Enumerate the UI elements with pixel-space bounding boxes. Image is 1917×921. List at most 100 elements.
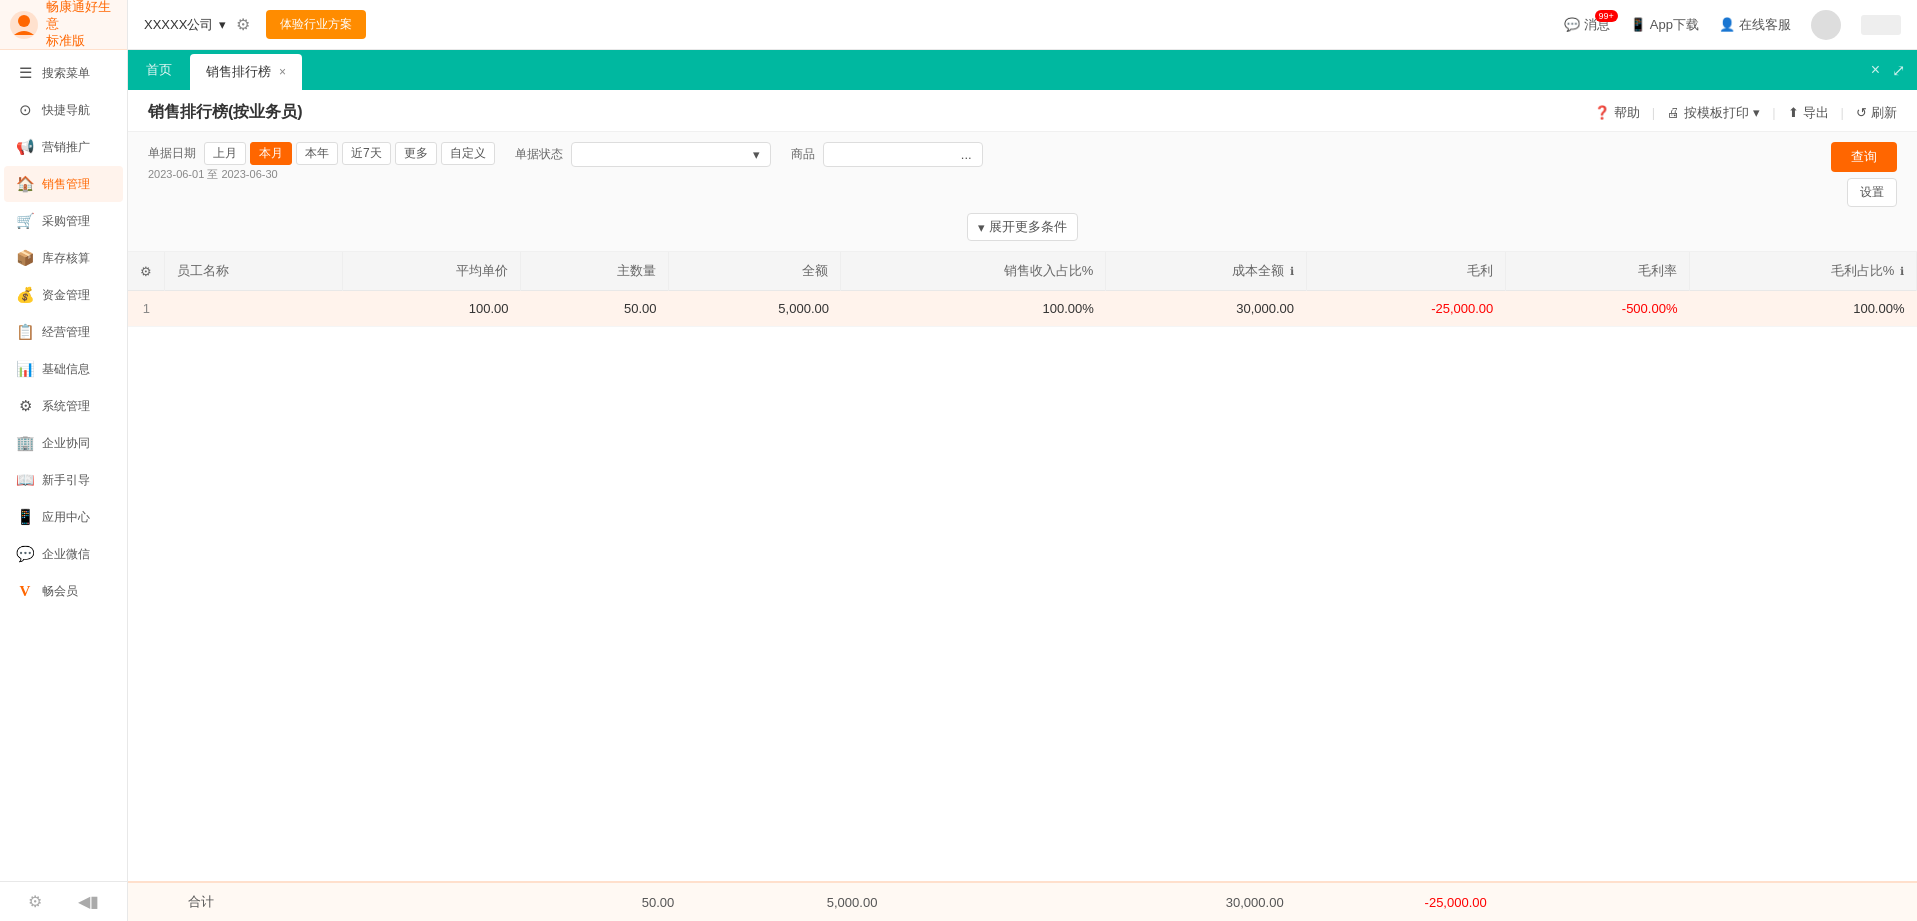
help-btn[interactable]: ❓ 帮助 [1594,104,1640,122]
sidebar-item-finance[interactable]: 💰 资金管理 [4,277,123,313]
date-curr-btn[interactable]: 本月 [250,142,292,165]
sidebar-collapse-btn[interactable]: ◀▮ [78,892,99,911]
service-icon: 👤 [1719,17,1735,32]
table-wrap: ⚙ 员工名称 平均单价 主数量 全额 [128,252,1917,881]
guide-icon: 📖 [16,471,34,489]
app-download-label: App下载 [1650,16,1699,34]
online-service-btn[interactable]: 👤 在线客服 [1719,16,1791,34]
sidebar-settings-btn[interactable]: ⚙ [28,892,42,911]
search-menu-icon: ☰ [16,64,34,82]
company-name: XXXXX公司 [144,16,213,34]
sidebar-logo-text: 畅康通好生意 标准版 [46,0,119,50]
basic-icon: 📊 [16,360,34,378]
sidebar-item-enterprise[interactable]: 🏢 企业协同 [4,425,123,461]
sidebar-nav: ☰ 搜索菜单 ⊙ 快捷导航 📢 营销推广 🏠 销售管理 🛒 采购管理 📦 库存核… [0,50,127,881]
company-selector[interactable]: XXXXX公司 ▾ [144,16,226,34]
expand-icon: ▾ [978,220,985,235]
sidebar-item-sales[interactable]: 🏠 销售管理 [4,166,123,202]
divider2: | [1772,105,1775,120]
col-sales-pct: 销售收入占比% [841,252,1106,291]
date-filter-btns: 上月 本月 本年 近7天 更多 自定义 [204,142,495,165]
sidebar-item-system[interactable]: ⚙ 系统管理 [4,388,123,424]
tabbar: 首页 销售排行榜 × × ⤢ [128,50,1917,90]
settings-btn[interactable]: 设置 [1847,178,1897,207]
status-filter-label: 单据状态 [515,146,563,163]
expand-more-btn[interactable]: ▾ 展开更多条件 [967,213,1078,241]
member-icon: V [16,582,34,600]
col-gross-pct: 毛利占比% ℹ [1689,252,1916,291]
window-maximize-btn[interactable]: ⤢ [1892,61,1905,80]
sidebar-item-wechat[interactable]: 💬 企业微信 [4,536,123,572]
table-row: 1 100.00 50.00 5,000.00 100.00% 30,000.0… [128,291,1917,327]
message-icon: 💬 [1564,17,1580,32]
date-prev-btn[interactable]: 上月 [204,142,246,165]
trial-btn[interactable]: 体验行业方案 [266,10,366,39]
user-name-display [1861,15,1901,35]
footer-cost: 30,000.00 [1093,895,1296,910]
col-avg-price: 平均单价 [343,252,521,291]
sidebar-item-search[interactable]: ☰ 搜索菜单 [4,55,123,91]
window-close-btn[interactable]: × [1871,61,1880,79]
query-btn[interactable]: 查询 [1831,142,1897,172]
tabbar-right: × ⤢ [1871,50,1917,90]
avatar[interactable] [1811,10,1841,40]
export-btn[interactable]: ⬆ 导出 [1788,104,1829,122]
tab-sales-ranking[interactable]: 销售排行榜 × [190,54,302,90]
table-footer: 合计 50.00 5,000.00 30,000.00 -25,000.00 [128,881,1917,921]
sidebar-item-basic[interactable]: 📊 基础信息 [4,351,123,387]
tab-sales-ranking-label: 销售排行榜 [206,63,271,81]
main-area: XXXXX公司 ▾ ⚙ 体验行业方案 💬 消息 99+ 📱 App下载 👤 在线… [128,0,1917,921]
cell-gross-rate: -500.00% [1505,291,1689,327]
topbar-settings-icon[interactable]: ⚙ [236,15,250,34]
footer-amount: 5,000.00 [686,895,889,910]
sidebar-item-shortcut[interactable]: ⊙ 快捷导航 [4,92,123,128]
filter-actions: 查询 设置 [1831,142,1897,207]
online-service-label: 在线客服 [1739,16,1791,34]
messages-badge: 99+ [1595,10,1618,22]
messages-btn[interactable]: 💬 消息 99+ [1564,16,1610,34]
sidebar: 畅康通好生意 标准版 ☰ 搜索菜单 ⊙ 快捷导航 📢 营销推广 🏠 销售管理 🛒… [0,0,128,921]
tab-close-icon[interactable]: × [279,65,286,79]
date-year-btn[interactable]: 本年 [296,142,338,165]
app-download-btn[interactable]: 📱 App下载 [1630,16,1699,34]
sidebar-item-inventory[interactable]: 📦 库存核算 [4,240,123,276]
svg-point-1 [18,15,30,27]
goods-input[interactable]: ... [823,142,983,167]
sidebar-item-operations[interactable]: 📋 经营管理 [4,314,123,350]
date-7days-btn[interactable]: 近7天 [342,142,391,165]
data-table: ⚙ 员工名称 平均单价 主数量 全额 [128,252,1917,327]
inventory-icon: 📦 [16,249,34,267]
refresh-btn[interactable]: ↺ 刷新 [1856,104,1897,122]
sidebar-item-appstore[interactable]: 📱 应用中心 [4,499,123,535]
status-select[interactable]: ▾ [571,142,771,167]
home-tab-label: 首页 [146,61,172,79]
date-range-display: 2023-06-01 至 2023-06-30 [148,167,495,182]
date-custom-btn[interactable]: 自定义 [441,142,495,165]
appstore-icon: 📱 [16,508,34,526]
page-header: 销售排行榜(按业务员) ❓ 帮助 | 🖨 按模板打印 ▾ | ⬆ 导出 | [128,90,1917,132]
sales-icon: 🏠 [16,175,34,193]
sidebar-item-guide[interactable]: 📖 新手引导 [4,462,123,498]
sidebar-item-member[interactable]: V 畅会员 [4,573,123,609]
cell-sales-pct: 100.00% [841,291,1106,327]
filter-bar: 单据日期 上月 本月 本年 近7天 更多 自定义 2023-06-01 至 20… [128,132,1917,252]
content: 销售排行榜(按业务员) ❓ 帮助 | 🖨 按模板打印 ▾ | ⬆ 导出 | [128,90,1917,921]
tab-home[interactable]: 首页 [128,50,190,90]
cell-qty: 50.00 [521,291,669,327]
sidebar-item-purchase[interactable]: 🛒 采购管理 [4,203,123,239]
operations-icon: 📋 [16,323,34,341]
col-settings-icon[interactable]: ⚙ [140,264,152,279]
logo-icon [8,9,40,41]
system-icon: ⚙ [16,397,34,415]
print-btn[interactable]: 🖨 按模板打印 ▾ [1667,104,1760,122]
date-filter-label: 单据日期 [148,145,196,162]
cell-gross-pct: 100.00% [1689,291,1916,327]
date-more-btn[interactable]: 更多 [395,142,437,165]
export-icon: ⬆ [1788,105,1799,120]
cell-gross: -25,000.00 [1306,291,1505,327]
page-actions: ❓ 帮助 | 🖨 按模板打印 ▾ | ⬆ 导出 | ↺ 刷新 [1594,104,1897,122]
footer-gross: -25,000.00 [1296,895,1499,910]
filter-main-row: 单据日期 上月 本月 本年 近7天 更多 自定义 2023-06-01 至 20… [148,142,1897,207]
sidebar-item-marketing[interactable]: 📢 营销推广 [4,129,123,165]
shortcut-icon: ⊙ [16,101,34,119]
